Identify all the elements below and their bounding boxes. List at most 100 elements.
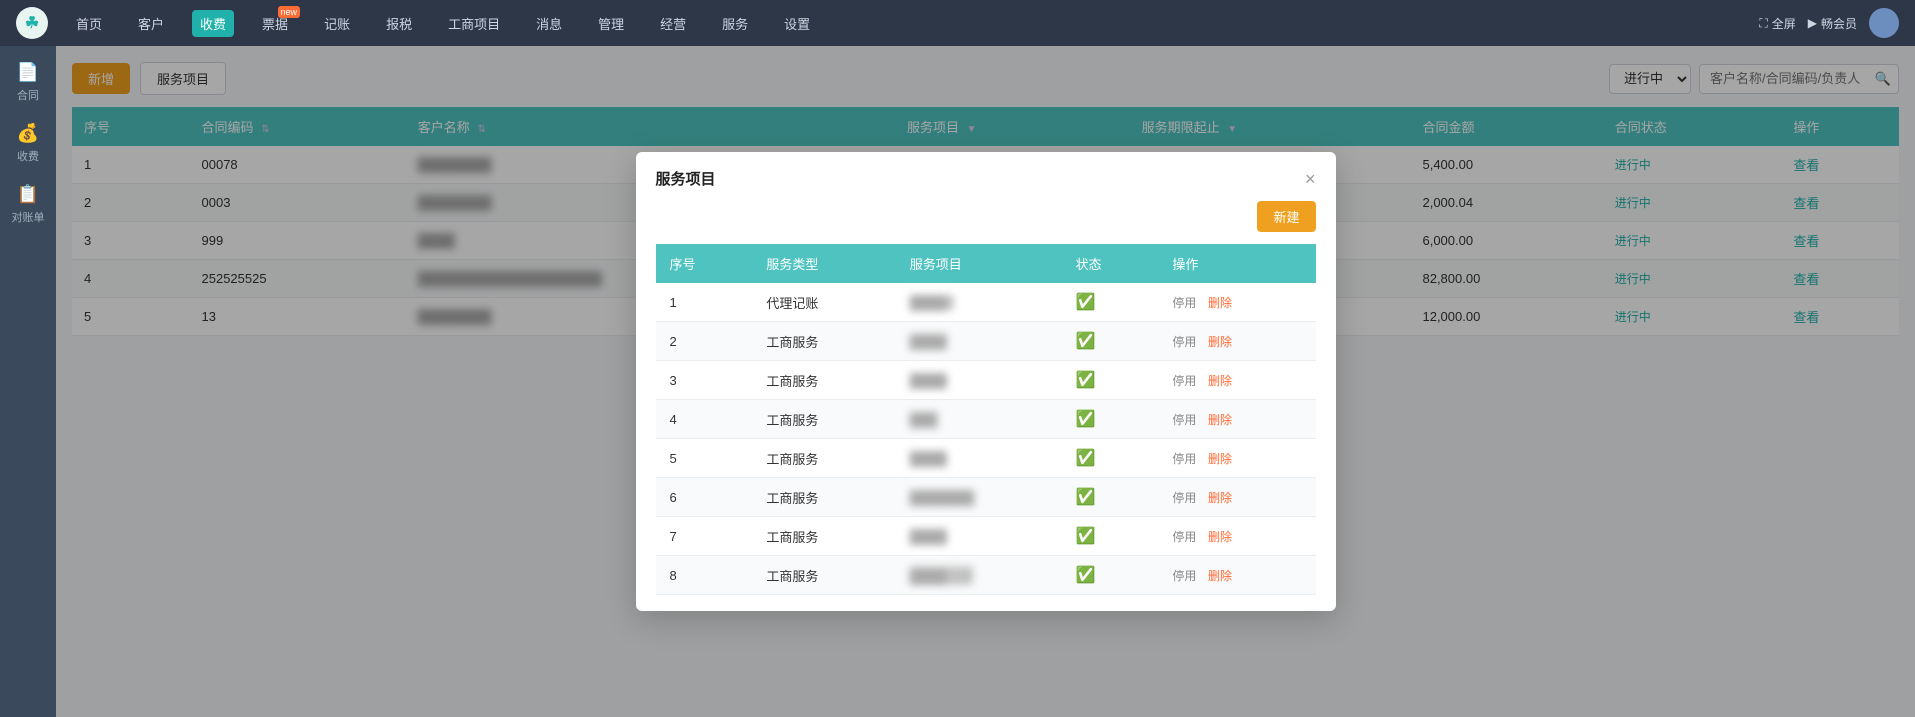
modal-cell-type: 工商服务 [752,517,895,556]
status-check-icon: ✅ [1076,372,1096,389]
service-items-modal: 服务项目 × 新建 序号 服务类型 服务项目 状态 [636,152,1336,611]
stop-button[interactable]: 停用 [1172,294,1196,311]
service-items-table: 序号 服务类型 服务项目 状态 操作 1 代理记账 ████1 ✅ 停用 删除 [656,244,1316,595]
user-avatar[interactable] [1869,8,1899,38]
delete-button[interactable]: 删除 [1208,372,1232,389]
modal-cell-item: ████ [896,322,1062,361]
modal-cell-status: ✅ [1062,400,1159,439]
nav-fee[interactable]: 收费 [192,10,234,37]
nav-settings[interactable]: 设置 [776,10,818,37]
nav-invoice[interactable]: 票据 new [254,10,296,37]
modal-cell-seq: 5 [656,439,753,478]
nav-bookkeeping[interactable]: 记账 [316,10,358,37]
modal-cell-item: ████ [896,361,1062,400]
modal-table-row: 4 工商服务 ███ ✅ 停用 删除 [656,400,1316,439]
stop-button[interactable]: 停用 [1172,489,1196,506]
modal-close-button[interactable]: × [1305,170,1316,188]
nav-commerce[interactable]: 工商项目 [440,10,508,37]
stop-button[interactable]: 停用 [1172,450,1196,467]
nav-home[interactable]: 首页 [68,10,110,37]
modal-cell-action[interactable]: 停用 删除 [1158,283,1315,322]
modal-header: 服务项目 × [636,152,1336,201]
delete-button[interactable]: 删除 [1208,333,1232,350]
stop-button[interactable]: 停用 [1172,372,1196,389]
modal-cell-action[interactable]: 停用 删除 [1158,478,1315,517]
member-icon: ▶ [1808,16,1817,30]
stop-button[interactable]: 停用 [1172,411,1196,428]
sidebar-item-contract[interactable]: 📄 合同 [3,54,53,111]
modal-cell-action[interactable]: 停用 删除 [1158,361,1315,400]
modal-table-row: 1 代理记账 ████1 ✅ 停用 删除 [656,283,1316,322]
fullscreen-icon: ⛶ [1759,16,1767,31]
stop-button[interactable]: 停用 [1172,333,1196,350]
nav-operation[interactable]: 经营 [652,10,694,37]
statement-icon: 📋 [17,184,39,205]
modal-cell-seq: 7 [656,517,753,556]
modal-col-action: 操作 [1158,244,1315,283]
modal-table-row: 8 工商服务 ████注册 ✅ 停用 删除 [656,556,1316,595]
modal-new-button[interactable]: 新建 [1257,201,1315,232]
new-badge: new [278,6,301,18]
status-check-icon: ✅ [1076,450,1096,467]
modal-table-row: 5 工商服务 ████ ✅ 停用 删除 [656,439,1316,478]
sidebar: 📄 合同 💰 收费 📋 对账单 [0,46,56,717]
modal-col-seq: 序号 [656,244,753,283]
sidebar-item-statement[interactable]: 📋 对账单 [3,176,53,233]
modal-cell-type: 工商服务 [752,322,895,361]
fullscreen-button[interactable]: ⛶ 全屏 [1759,15,1795,32]
contract-icon: 📄 [17,62,39,83]
modal-table-row: 2 工商服务 ████ ✅ 停用 删除 [656,322,1316,361]
top-nav-right: ⛶ 全屏 ▶ 畅会员 [1759,8,1899,38]
app-logo: ☘ [16,7,48,39]
stop-button[interactable]: 停用 [1172,567,1196,584]
modal-cell-status: ✅ [1062,556,1159,595]
delete-button[interactable]: 删除 [1208,411,1232,428]
sidebar-label-fee: 收费 [17,148,39,164]
modal-cell-seq: 8 [656,556,753,595]
member-button[interactable]: ▶ 畅会员 [1808,15,1857,32]
modal-col-type: 服务类型 [752,244,895,283]
status-check-icon: ✅ [1076,411,1096,428]
nav-manage[interactable]: 管理 [590,10,632,37]
modal-cell-status: ✅ [1062,322,1159,361]
modal-cell-type: 工商服务 [752,478,895,517]
modal-cell-status: ✅ [1062,478,1159,517]
modal-cell-item: ███████ [896,478,1062,517]
top-nav: ☘ 首页 客户 收费 票据 new 记账 报税 工商项目 消息 管理 经营 服务… [0,0,1915,46]
delete-button[interactable]: 删除 [1208,567,1232,584]
modal-cell-action[interactable]: 停用 删除 [1158,400,1315,439]
modal-cell-action[interactable]: 停用 删除 [1158,322,1315,361]
stop-button[interactable]: 停用 [1172,528,1196,545]
nav-message[interactable]: 消息 [528,10,570,37]
modal-cell-type: 工商服务 [752,556,895,595]
sidebar-item-fee[interactable]: 💰 收费 [3,115,53,172]
modal-cell-type: 工商服务 [752,361,895,400]
modal-cell-seq: 1 [656,283,753,322]
app-layout: 📄 合同 💰 收费 📋 对账单 新增 服务项目 进行中 已结束 全部 [0,46,1915,717]
nav-client[interactable]: 客户 [130,10,172,37]
modal-cell-item: ████ [896,439,1062,478]
modal-col-status: 状态 [1062,244,1159,283]
modal-cell-status: ✅ [1062,517,1159,556]
modal-title: 服务项目 [656,168,716,189]
delete-button[interactable]: 删除 [1208,489,1232,506]
delete-button[interactable]: 删除 [1208,294,1232,311]
modal-cell-item: ████注册 [896,556,1062,595]
modal-cell-seq: 2 [656,322,753,361]
nav-tax[interactable]: 报税 [378,10,420,37]
status-check-icon: ✅ [1076,528,1096,545]
modal-cell-status: ✅ [1062,439,1159,478]
modal-cell-action[interactable]: 停用 删除 [1158,517,1315,556]
delete-button[interactable]: 删除 [1208,528,1232,545]
modal-cell-type: 代理记账 [752,283,895,322]
modal-cell-action[interactable]: 停用 删除 [1158,556,1315,595]
nav-service[interactable]: 服务 [714,10,756,37]
modal-cell-action[interactable]: 停用 删除 [1158,439,1315,478]
sidebar-label-contract: 合同 [17,87,39,103]
modal-col-item: 服务项目 [896,244,1062,283]
modal-overlay: 服务项目 × 新建 序号 服务类型 服务项目 状态 [56,46,1915,717]
status-check-icon: ✅ [1076,294,1096,311]
delete-button[interactable]: 删除 [1208,450,1232,467]
fee-icon: 💰 [17,123,39,144]
modal-cell-type: 工商服务 [752,439,895,478]
